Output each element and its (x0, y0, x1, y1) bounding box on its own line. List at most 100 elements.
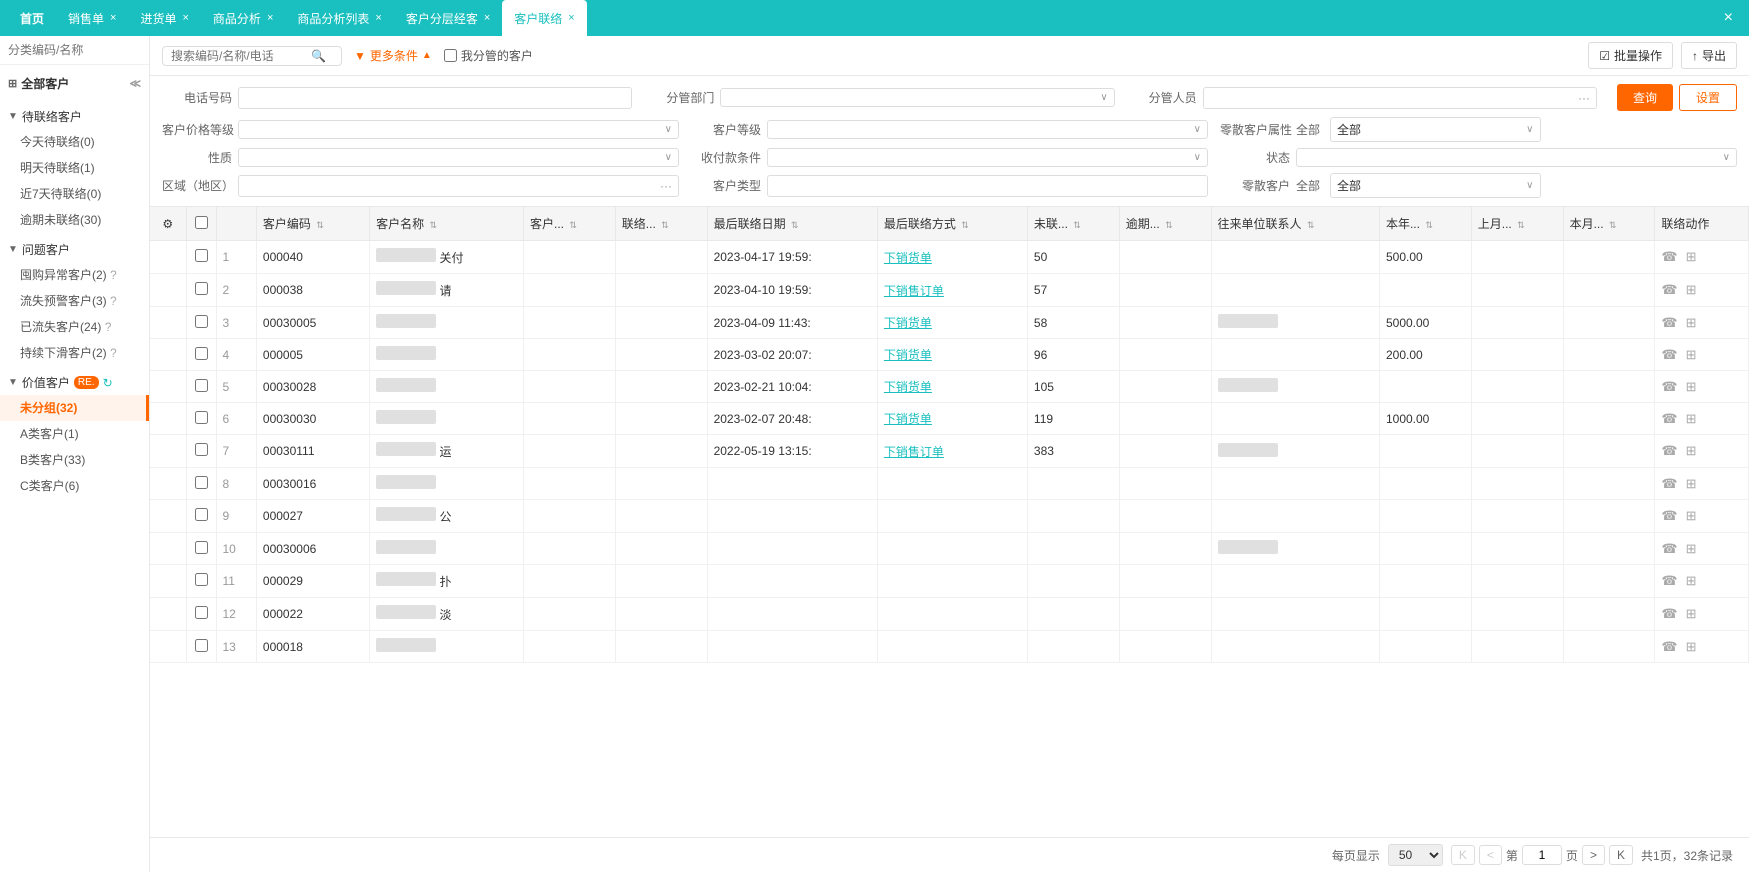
row-checkbox-11[interactable] (195, 606, 208, 619)
collapse-icon[interactable]: ≪ (129, 77, 141, 90)
th-last-contact-method[interactable]: 最后联络方式 ⇅ (877, 207, 1027, 241)
th-customer-name[interactable]: 客户名称 ⇅ (370, 207, 524, 241)
th-overdue[interactable]: 逾期... ⇅ (1119, 207, 1211, 241)
td-last-contact-method-11[interactable] (877, 598, 1027, 631)
grid-action-icon-3[interactable]: ⊞ (1686, 347, 1697, 363)
sidebar-item-declining[interactable]: 持续下滑客户(2) ? (0, 340, 149, 366)
sidebar-item-abnormal-hoard[interactable]: 囤购异常客户(2) ? (0, 262, 149, 288)
sidebar-item-lost[interactable]: 已流失客户(24) ? (0, 314, 149, 340)
phone-input[interactable] (238, 87, 632, 109)
phone-action-icon-1[interactable]: ☎ (1661, 282, 1677, 298)
td-contact-action-12[interactable]: ☎⊞ (1655, 631, 1749, 663)
td-checkbox-9[interactable] (186, 533, 216, 565)
row-checkbox-12[interactable] (195, 639, 208, 652)
sidebar-item-today-pending[interactable]: 今天待联络(0) (0, 129, 149, 155)
row-checkbox-0[interactable] (195, 249, 208, 262)
td-contact-action-0[interactable]: ☎⊞ (1655, 241, 1749, 274)
td-contact-action-1[interactable]: ☎⊞ (1655, 274, 1749, 307)
sidebar-item-unclassified[interactable]: 未分组(32) (0, 395, 149, 421)
tab-product-analysis-list[interactable]: 商品分析列表 × (285, 0, 393, 36)
tab-home[interactable]: 首页 (8, 0, 56, 36)
tab-customer-contact[interactable]: 客户联络 × (502, 0, 586, 36)
status-select[interactable]: ∨ (1296, 148, 1737, 167)
phone-action-icon-6[interactable]: ☎ (1661, 443, 1677, 459)
th-settings[interactable]: ⚙ (150, 207, 186, 241)
td-last-contact-method-10[interactable] (877, 565, 1027, 598)
td-last-contact-method-1[interactable]: 下销售订单 (877, 274, 1027, 307)
manager-ellipsis[interactable]: ··· (1578, 91, 1590, 105)
grid-action-icon-7[interactable]: ⊞ (1686, 476, 1697, 492)
sidebar-pending-group-label[interactable]: ▼ 待联络客户 (0, 104, 149, 129)
td-checkbox-6[interactable] (186, 435, 216, 468)
td-checkbox-0[interactable] (186, 241, 216, 274)
phone-action-icon-3[interactable]: ☎ (1661, 347, 1677, 363)
contact-method-link-4[interactable]: 下销货单 (884, 380, 932, 394)
td-checkbox-2[interactable] (186, 307, 216, 339)
grid-action-icon-0[interactable]: ⊞ (1686, 249, 1697, 265)
grid-action-icon-5[interactable]: ⊞ (1686, 411, 1697, 427)
grid-action-icon-12[interactable]: ⊞ (1686, 639, 1697, 655)
region-field[interactable]: ··· (238, 175, 679, 197)
contact-method-link-0[interactable]: 下销货单 (884, 251, 932, 265)
td-contact-action-8[interactable]: ☎⊞ (1655, 500, 1749, 533)
phone-action-icon-9[interactable]: ☎ (1661, 541, 1677, 557)
td-checkbox-5[interactable] (186, 403, 216, 435)
td-last-contact-method-7[interactable] (877, 468, 1027, 500)
first-page-button[interactable]: K (1451, 845, 1475, 865)
td-checkbox-4[interactable] (186, 371, 216, 403)
tab-purchase-order[interactable]: 进货单 × (128, 0, 200, 36)
phone-action-icon-0[interactable]: ☎ (1661, 249, 1677, 265)
sidebar-item-7day-pending[interactable]: 近7天待联络(0) (0, 181, 149, 207)
last-page-button[interactable]: K (1609, 845, 1633, 865)
th-last-contact-date[interactable]: 最后联络日期 ⇅ (707, 207, 877, 241)
phone-action-icon-5[interactable]: ☎ (1661, 411, 1677, 427)
tab-product-analysis-list-close[interactable]: × (375, 12, 381, 24)
filter-search-icon[interactable]: 🔍 (311, 49, 326, 63)
customer-type-input[interactable] (767, 175, 1208, 197)
td-checkbox-12[interactable] (186, 631, 216, 663)
td-checkbox-7[interactable] (186, 468, 216, 500)
td-checkbox-8[interactable] (186, 500, 216, 533)
phone-action-icon-8[interactable]: ☎ (1661, 508, 1677, 524)
td-checkbox-1[interactable] (186, 274, 216, 307)
attr-select[interactable]: 全部 ∨ (1330, 117, 1540, 142)
contact-method-link-5[interactable]: 下销货单 (884, 412, 932, 426)
tab-customer-contact-close[interactable]: × (568, 12, 574, 24)
sidebar-search-input[interactable] (8, 43, 150, 57)
settings-icon[interactable]: ⚙ (162, 217, 173, 231)
td-last-contact-method-0[interactable]: 下销货单 (877, 241, 1027, 274)
current-page-input[interactable] (1522, 845, 1562, 865)
payment-select[interactable]: ∨ (767, 148, 1208, 167)
row-checkbox-10[interactable] (195, 573, 208, 586)
window-close-icon[interactable]: × (1716, 9, 1741, 27)
sidebar-item-b-class[interactable]: B类客户(33) (0, 447, 149, 473)
filter-search-input[interactable] (171, 49, 311, 63)
th-customer-code[interactable]: 客户编码 ⇅ (256, 207, 369, 241)
th-customer-type[interactable]: 客户... ⇅ (523, 207, 615, 241)
contact-method-link-3[interactable]: 下销货单 (884, 348, 932, 362)
region-ellipsis[interactable]: ··· (660, 179, 672, 193)
phone-action-icon-4[interactable]: ☎ (1661, 379, 1677, 395)
row-checkbox-2[interactable] (195, 315, 208, 328)
td-last-contact-method-4[interactable]: 下销货单 (877, 371, 1027, 403)
td-checkbox-10[interactable] (186, 565, 216, 598)
phone-action-icon-10[interactable]: ☎ (1661, 573, 1677, 589)
th-checkbox[interactable] (186, 207, 216, 241)
th-this-month[interactable]: 本月... ⇅ (1563, 207, 1655, 241)
row-checkbox-7[interactable] (195, 476, 208, 489)
td-contact-action-3[interactable]: ☎⊞ (1655, 339, 1749, 371)
grid-action-icon-2[interactable]: ⊞ (1686, 315, 1697, 331)
tab-customer-segment[interactable]: 客户分层经客 × (394, 0, 502, 36)
select-all-checkbox[interactable] (195, 216, 208, 229)
th-this-year[interactable]: 本年... ⇅ (1379, 207, 1471, 241)
price-level-select[interactable]: ∨ (238, 120, 679, 139)
tab-sales-order[interactable]: 销售单 × (56, 0, 128, 36)
search-button[interactable]: 查询 (1617, 84, 1673, 111)
td-contact-action-5[interactable]: ☎⊞ (1655, 403, 1749, 435)
grid-action-icon-4[interactable]: ⊞ (1686, 379, 1697, 395)
page-size-select[interactable]: 50 100 200 (1388, 844, 1443, 866)
grid-action-icon-10[interactable]: ⊞ (1686, 573, 1697, 589)
phone-action-icon-2[interactable]: ☎ (1661, 315, 1677, 331)
phone-action-icon-11[interactable]: ☎ (1661, 606, 1677, 622)
filter-more-conditions[interactable]: ▼ 更多条件 ▲ (354, 47, 432, 64)
